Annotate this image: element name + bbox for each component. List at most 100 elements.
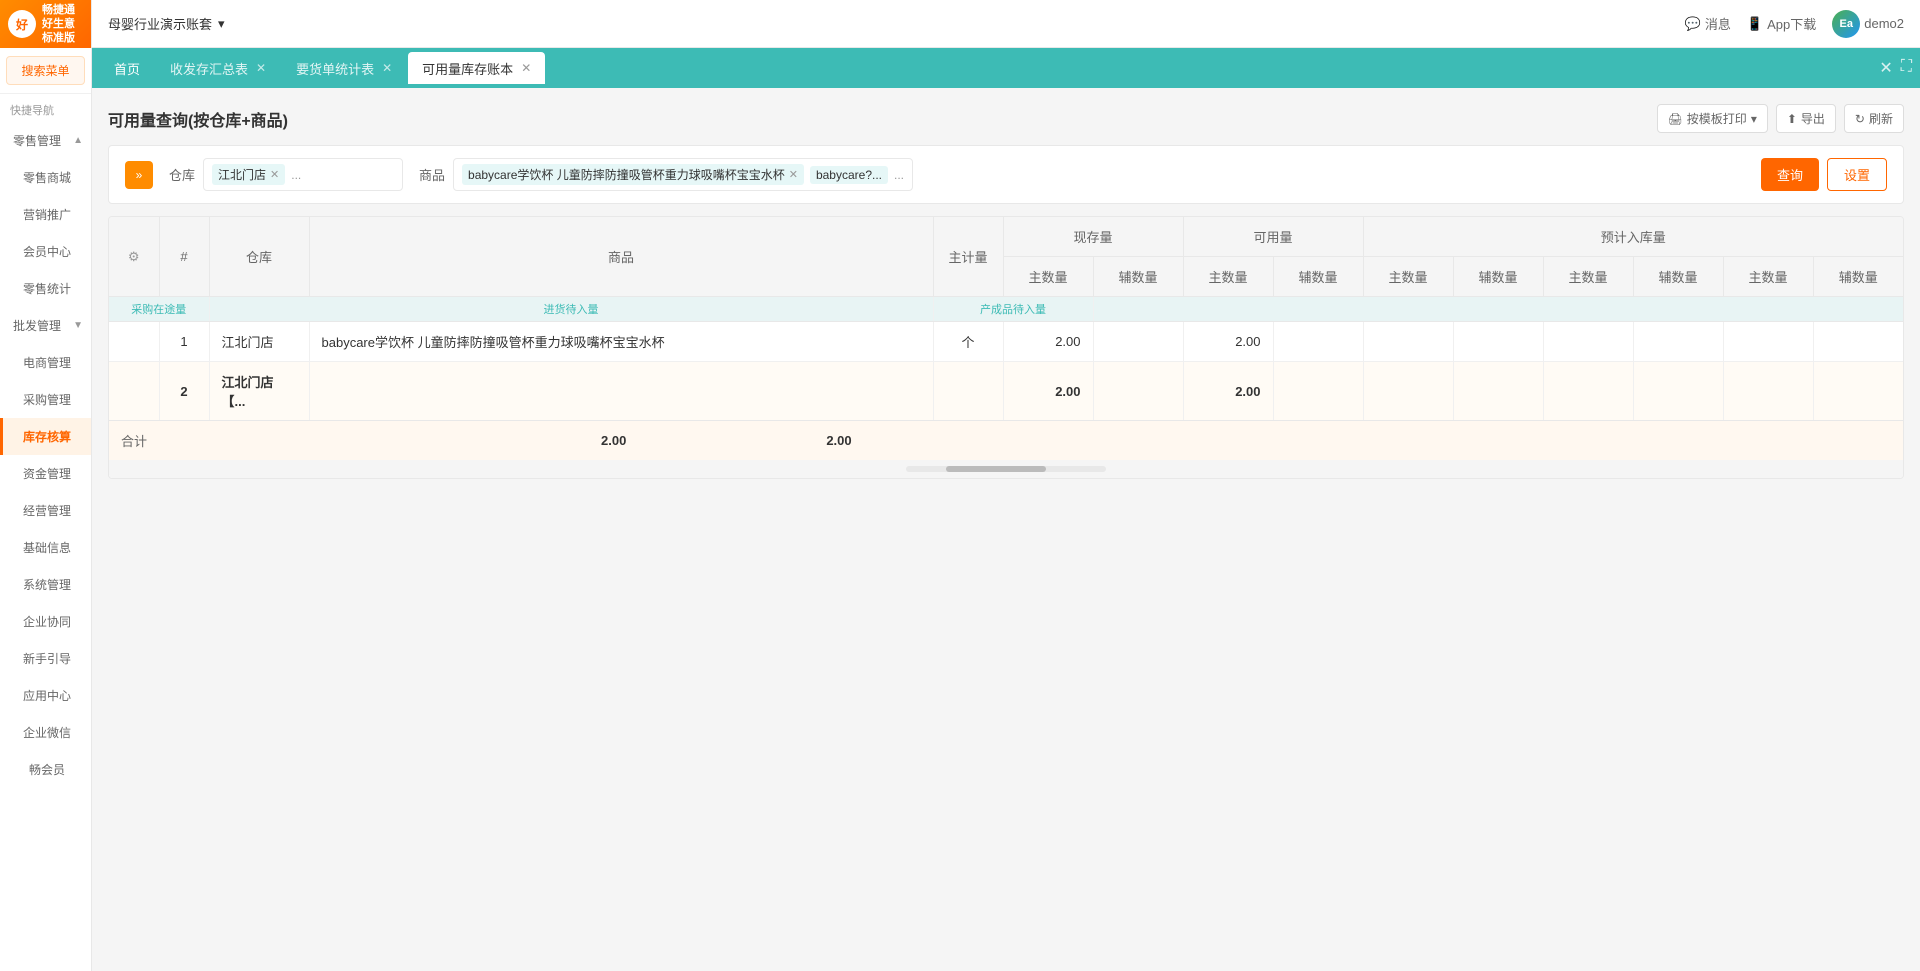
row1-current-sub: [1093, 322, 1183, 362]
export-button[interactable]: ⬆ 导出: [1776, 104, 1836, 133]
row2-available-main: 2.00: [1183, 362, 1273, 421]
company-selector[interactable]: 母婴行业演示账套 ▾: [108, 14, 225, 33]
sidebar-item-zero-retail[interactable]: 零售管理 ▲: [0, 122, 91, 159]
sidebar-item-vip[interactable]: 畅会员: [0, 751, 91, 788]
row2-product: [309, 362, 933, 421]
tab-order-stats[interactable]: 要货单统计表 ✕: [282, 52, 406, 84]
sidebar-item-finance[interactable]: 资金管理: [0, 455, 91, 492]
avatar: Ea: [1832, 10, 1860, 38]
sidebar-item-app-center[interactable]: 应用中心: [0, 677, 91, 714]
row2-seq: 2: [159, 362, 209, 421]
row1-settings: [109, 322, 159, 362]
message-button[interactable]: 💬 消息: [1685, 14, 1731, 33]
maximize-icon[interactable]: ⛶: [1901, 58, 1912, 78]
product-tag1-close[interactable]: ✕: [789, 168, 798, 181]
topbar-left: 母婴行业演示账套 ▾: [108, 14, 225, 33]
warehouse-filter-label: 仓库: [169, 165, 195, 184]
tab-available-inventory[interactable]: 可用量库存账本 ✕: [408, 52, 545, 84]
warehouse-tag-close[interactable]: ✕: [270, 168, 279, 181]
sidebar-item-enterprise[interactable]: 企业协同: [0, 603, 91, 640]
sidebar-item-wechat[interactable]: 企业微信: [0, 714, 91, 751]
th-current-sub: 辅数量: [1093, 257, 1183, 297]
row1-unit: 个: [933, 322, 1003, 362]
page-title: 可用量查询(按仓库+商品): [108, 107, 288, 131]
row2-finished-main: [1723, 362, 1813, 421]
search-menu-button[interactable]: 搜索菜单: [6, 56, 85, 85]
filter-expand-button[interactable]: »: [125, 161, 153, 189]
export-icon: ⬆: [1787, 112, 1797, 126]
th-finished-sub: 辅数量: [1813, 257, 1903, 297]
th-available-main: 主数量: [1183, 257, 1273, 297]
row1-finished-main: [1723, 322, 1813, 362]
page-actions: 🖨 按模板打印 ▾ ⬆ 导出 ↻ 刷新: [1657, 104, 1904, 133]
query-button[interactable]: 查询: [1761, 158, 1819, 191]
print-button[interactable]: 🖨 按模板打印 ▾: [1657, 104, 1768, 133]
horizontal-scrollbar[interactable]: [906, 466, 1106, 472]
sidebar-item-system[interactable]: 系统管理: [0, 566, 91, 603]
message-icon: 💬: [1685, 16, 1701, 32]
sidebar-item-ecommerce[interactable]: 电商管理: [0, 344, 91, 381]
sidebar-item-member[interactable]: 会员中心: [0, 233, 91, 270]
row1-current-main: 2.00: [1003, 322, 1093, 362]
tab-receive-summary[interactable]: 收发存汇总表 ✕: [156, 52, 280, 84]
chevron-down-icon: ▾: [1751, 112, 1757, 126]
app-logo: 好 畅捷通好生意 标准版: [0, 0, 91, 48]
warehouse-more-icon[interactable]: ...: [291, 168, 301, 182]
tab-close-order-stats[interactable]: ✕: [382, 62, 392, 74]
sidebar-item-retail-stats[interactable]: 零售统计: [0, 270, 91, 307]
sidebar-item-purchase[interactable]: 采购管理: [0, 381, 91, 418]
filter-area: » 仓库 江北门店 ✕ ... 商品 babycare: [108, 145, 1904, 204]
inventory-table-wrapper: ⚙ # 仓库 商品 主计量 现存量 可用量 预计入库量 主数量 辅: [108, 216, 1904, 479]
row2-available-sub: [1273, 362, 1363, 421]
row2-settings: [109, 362, 159, 421]
close-tab-icon[interactable]: ✕: [1879, 58, 1892, 78]
th-product: 商品: [309, 217, 933, 297]
scrollbar-thumb[interactable]: [946, 466, 1046, 472]
page: 可用量查询(按仓库+商品) 🖨 按模板打印 ▾ ⬆ 导出 ↻ 刷新: [92, 88, 1920, 495]
th-available: 可用量: [1183, 217, 1363, 257]
sidebar-item-operations[interactable]: 经营管理: [0, 492, 91, 529]
row2-incoming-sub: [1633, 362, 1723, 421]
row2-current-main: 2.00: [1003, 362, 1093, 421]
refresh-button[interactable]: ↻ 刷新: [1844, 104, 1904, 133]
app-download-button[interactable]: 📱 App下载: [1747, 14, 1816, 33]
sidebar-item-inventory[interactable]: 库存核算: [0, 418, 91, 455]
warehouse-tag: 江北门店 ✕: [212, 164, 285, 185]
page-header: 可用量查询(按仓库+商品) 🖨 按模板打印 ▾ ⬆ 导出 ↻ 刷新: [108, 104, 1904, 133]
sidebar: 好 畅捷通好生意 标准版 搜索菜单 快捷导航 零售管理 ▲ 零售商城 营销推广 …: [0, 0, 92, 971]
row2-incoming-main: [1543, 362, 1633, 421]
logo-text: 畅捷通好生意 标准版: [42, 3, 83, 46]
th-main-unit: 主计量: [933, 217, 1003, 297]
setting-button[interactable]: 设置: [1827, 158, 1887, 191]
sidebar-search-area: 搜索菜单: [0, 48, 91, 94]
footer-available-main: 2.00: [826, 433, 851, 448]
user-profile[interactable]: Ea demo2: [1832, 10, 1904, 38]
footer-current-main: 2.00: [601, 433, 626, 448]
sidebar-item-base-info[interactable]: 基础信息: [0, 529, 91, 566]
th-purchase-main: 主数量: [1363, 257, 1453, 297]
product-more-icon[interactable]: ...: [894, 168, 904, 182]
row2-current-sub: [1093, 362, 1183, 421]
th-incoming-main: 主数量: [1543, 257, 1633, 297]
sidebar-item-retail-mall[interactable]: 零售商城: [0, 159, 91, 196]
product-filter-label: 商品: [419, 165, 445, 184]
sidebar-item-guide[interactable]: 新手引导: [0, 640, 91, 677]
th-settings[interactable]: ⚙: [109, 217, 159, 297]
sidebar-item-wholesale[interactable]: 批发管理 ▼: [0, 307, 91, 344]
warehouse-filter-input[interactable]: 江北门店 ✕ ...: [203, 158, 403, 191]
th-planned-inbound: 预计入库量: [1363, 217, 1903, 257]
product-filter-input[interactable]: babycare学饮杯 儿童防摔防撞吸管杯重力球吸嘴杯宝宝水杯 ✕ babyca…: [453, 158, 913, 191]
topbar: 母婴行业演示账套 ▾ 💬 消息 📱 App下载 Ea demo2: [92, 0, 1920, 48]
content-area: 可用量查询(按仓库+商品) 🖨 按模板打印 ▾ ⬆ 导出 ↻ 刷新: [92, 88, 1920, 971]
tab-close-receive-summary[interactable]: ✕: [256, 62, 266, 74]
row1-available-sub: [1273, 322, 1363, 362]
th-purchase-transit-group: 采购在途量: [109, 297, 209, 322]
row1-purchase-main: [1363, 322, 1453, 362]
th-finished-pending-group: 产成品待入量: [933, 297, 1093, 322]
row1-purchase-sub: [1453, 322, 1543, 362]
tab-home[interactable]: 首页: [100, 52, 154, 84]
tab-close-available-inventory[interactable]: ✕: [521, 62, 531, 74]
th-available-sub: 辅数量: [1273, 257, 1363, 297]
chevron-down-icon: ▾: [218, 16, 225, 32]
sidebar-item-marketing[interactable]: 营销推广: [0, 196, 91, 233]
